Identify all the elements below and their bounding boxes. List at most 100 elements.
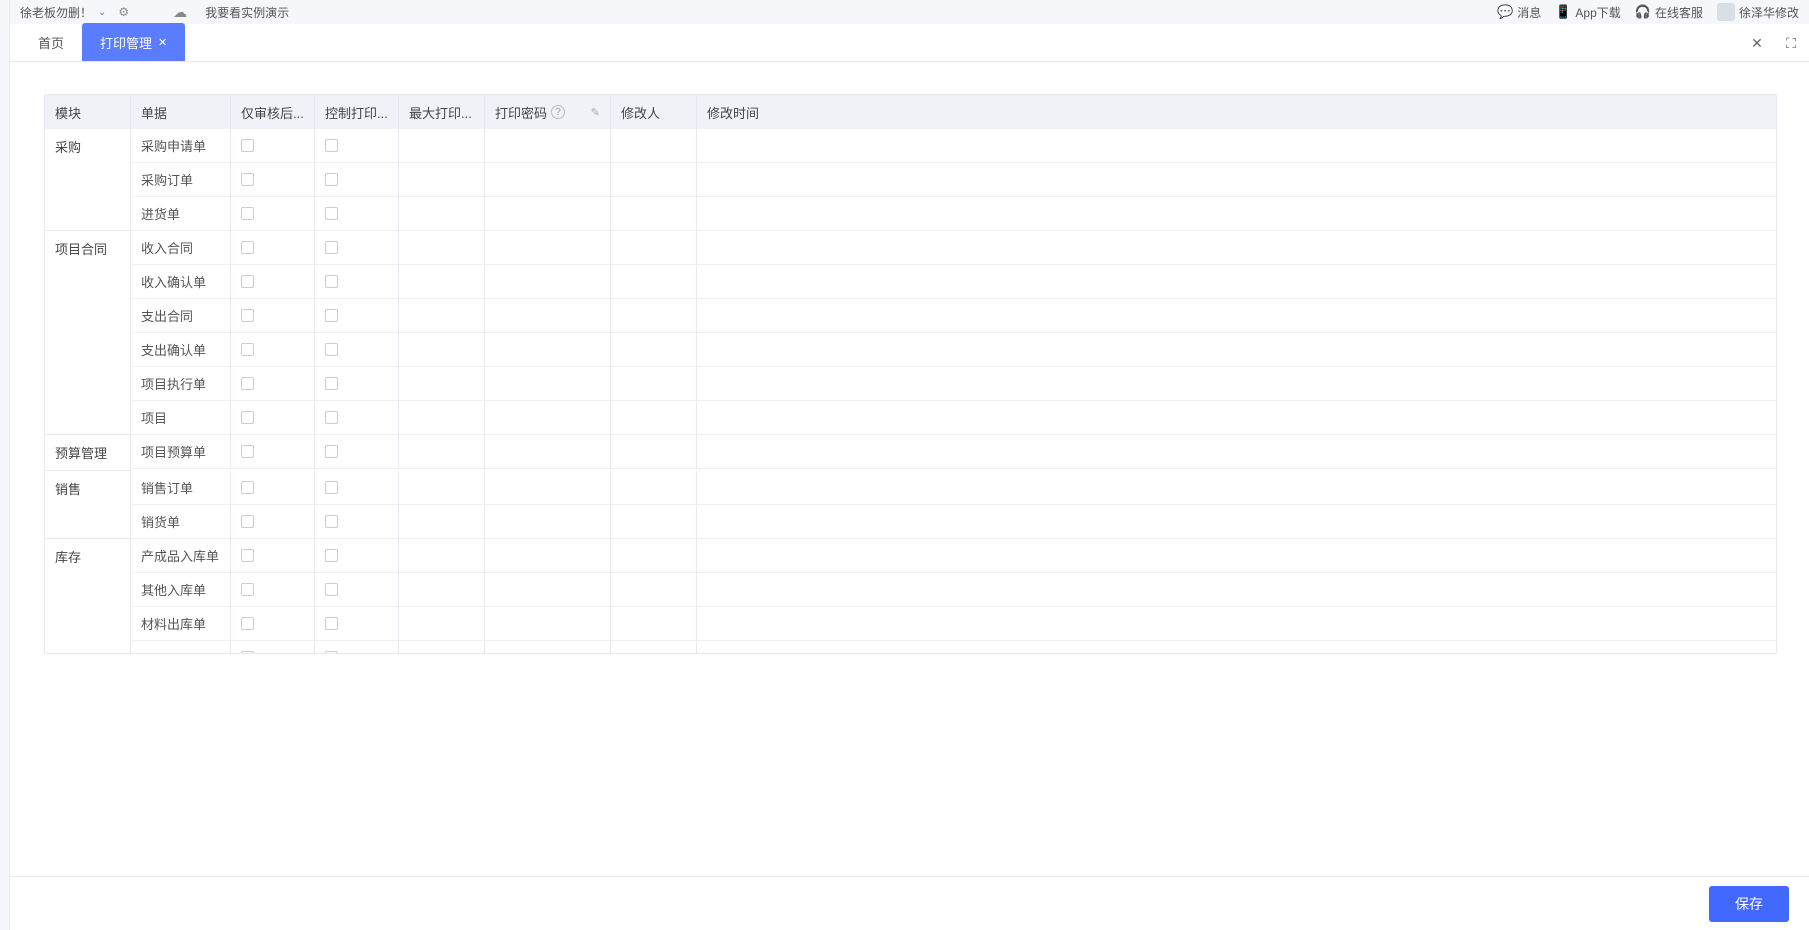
messages-link[interactable]: 💬 消息 (1497, 4, 1541, 21)
checkbox-control[interactable] (325, 617, 338, 630)
company-selector[interactable]: 徐老板勿删！ ⌄ (20, 4, 106, 21)
cell-doc: 收入确认单 (131, 265, 231, 298)
support-link[interactable]: 🎧 在线客服 (1635, 4, 1703, 21)
checkbox-control[interactable] (325, 309, 338, 322)
checkbox-after-audit[interactable] (241, 549, 254, 562)
cell-modifier (611, 163, 697, 196)
cell-modified-at (697, 129, 1776, 162)
checkbox-after-audit[interactable] (241, 481, 254, 494)
cell-max (399, 265, 485, 298)
table-row: 支出确认单 (131, 333, 1776, 367)
cell-after-audit (231, 435, 315, 468)
checkbox-control[interactable] (325, 583, 338, 596)
cell-control (315, 435, 399, 468)
help-icon[interactable]: ? (551, 105, 565, 119)
checkbox-control[interactable] (325, 515, 338, 528)
checkbox-after-audit[interactable] (241, 207, 254, 220)
checkbox-after-audit[interactable] (241, 583, 254, 596)
table-group: 库存产成品入库单其他入库单材料出库单 (45, 539, 1776, 653)
save-button[interactable]: 保存 (1709, 886, 1789, 922)
cell-max (399, 539, 485, 572)
table-row (131, 641, 1776, 653)
table-group: 采购采购申请单采购订单进货单 (45, 129, 1776, 231)
cell-doc: 进货单 (131, 197, 231, 230)
cell-control (315, 231, 399, 264)
gear-icon[interactable]: ⚙ (118, 5, 129, 19)
mobile-icon: 📱 (1555, 4, 1571, 20)
checkbox-after-audit[interactable] (241, 343, 254, 356)
table-group: 项目合同收入合同收入确认单支出合同支出确认单项目执行单项目 (45, 231, 1776, 435)
th-modifier: 修改人 (611, 95, 697, 129)
edit-column-icon[interactable]: ✎ (591, 106, 600, 119)
app-download-link[interactable]: 📱 App下载 (1555, 4, 1621, 21)
cell-doc (131, 641, 231, 653)
cell-doc: 产成品入库单 (131, 539, 231, 572)
checkbox-after-audit[interactable] (241, 139, 254, 152)
message-icon: 💬 (1497, 4, 1513, 20)
close-all-button[interactable]: ✕ (1745, 31, 1769, 55)
table-row: 进货单 (131, 197, 1776, 231)
cell-after-audit (231, 299, 315, 332)
checkbox-control[interactable] (325, 481, 338, 494)
cell-modified-at (697, 471, 1776, 504)
user-menu[interactable]: 徐泽华修改 (1717, 3, 1799, 21)
tab-active-label: 打印管理 (100, 33, 152, 52)
checkbox-control[interactable] (325, 207, 338, 220)
checkbox-after-audit[interactable] (241, 617, 254, 630)
checkbox-after-audit[interactable] (241, 173, 254, 186)
checkbox-control[interactable] (325, 411, 338, 424)
avatar (1717, 3, 1735, 21)
checkbox-control[interactable] (325, 549, 338, 562)
tab-print-management[interactable]: 打印管理 ✕ (82, 23, 185, 61)
checkbox-after-audit[interactable] (241, 651, 254, 653)
checkbox-after-audit[interactable] (241, 377, 254, 390)
th-doc: 单据 (131, 95, 231, 129)
tab-home[interactable]: 首页 (20, 23, 82, 61)
checkbox-control[interactable] (325, 275, 338, 288)
cell-control (315, 505, 399, 538)
cell-doc: 销货单 (131, 505, 231, 538)
checkbox-control[interactable] (325, 377, 338, 390)
cell-control (315, 401, 399, 434)
cell-password (485, 299, 611, 332)
cell-max (399, 367, 485, 400)
cell-modified-at (697, 231, 1776, 264)
table-row: 销货单 (131, 505, 1776, 539)
checkbox-after-audit[interactable] (241, 411, 254, 424)
cell-modified-at (697, 607, 1776, 640)
table-row: 采购申请单 (131, 129, 1776, 163)
cell-doc: 项目执行单 (131, 367, 231, 400)
checkbox-after-audit[interactable] (241, 275, 254, 288)
cell-after-audit (231, 129, 315, 162)
chevron-down-icon: ⌄ (98, 7, 106, 18)
checkbox-after-audit[interactable] (241, 515, 254, 528)
th-control: 控制打印... (315, 95, 399, 129)
checkbox-control[interactable] (325, 139, 338, 152)
cell-password (485, 435, 611, 468)
checkbox-after-audit[interactable] (241, 309, 254, 322)
checkbox-after-audit[interactable] (241, 241, 254, 254)
group-label: 预算管理 (45, 435, 131, 471)
group-rows: 项目预算单 (131, 435, 1776, 471)
close-icon[interactable]: ✕ (158, 36, 167, 49)
checkbox-control[interactable] (325, 241, 338, 254)
demo-link[interactable]: 我要看实例演示 (205, 4, 289, 21)
cell-modified-at (697, 573, 1776, 606)
topbar: 徐老板勿删！ ⌄ ⚙ ☁ 我要看实例演示 💬 消息 📱 App下载 🎧 在线客服 (10, 0, 1809, 24)
checkbox-after-audit[interactable] (241, 445, 254, 458)
cell-modifier (611, 607, 697, 640)
cell-control (315, 129, 399, 162)
cell-control (315, 197, 399, 230)
fullscreen-button[interactable]: ⛶ (1779, 31, 1803, 55)
cell-modified-at (697, 539, 1776, 572)
cell-doc: 其他入库单 (131, 573, 231, 606)
cell-password (485, 163, 611, 196)
checkbox-control[interactable] (325, 173, 338, 186)
table-group: 预算管理项目预算单 (45, 435, 1776, 471)
cell-password (485, 129, 611, 162)
cell-after-audit (231, 471, 315, 504)
checkbox-control[interactable] (325, 445, 338, 458)
checkbox-control[interactable] (325, 343, 338, 356)
checkbox-control[interactable] (325, 651, 338, 653)
cell-max (399, 573, 485, 606)
